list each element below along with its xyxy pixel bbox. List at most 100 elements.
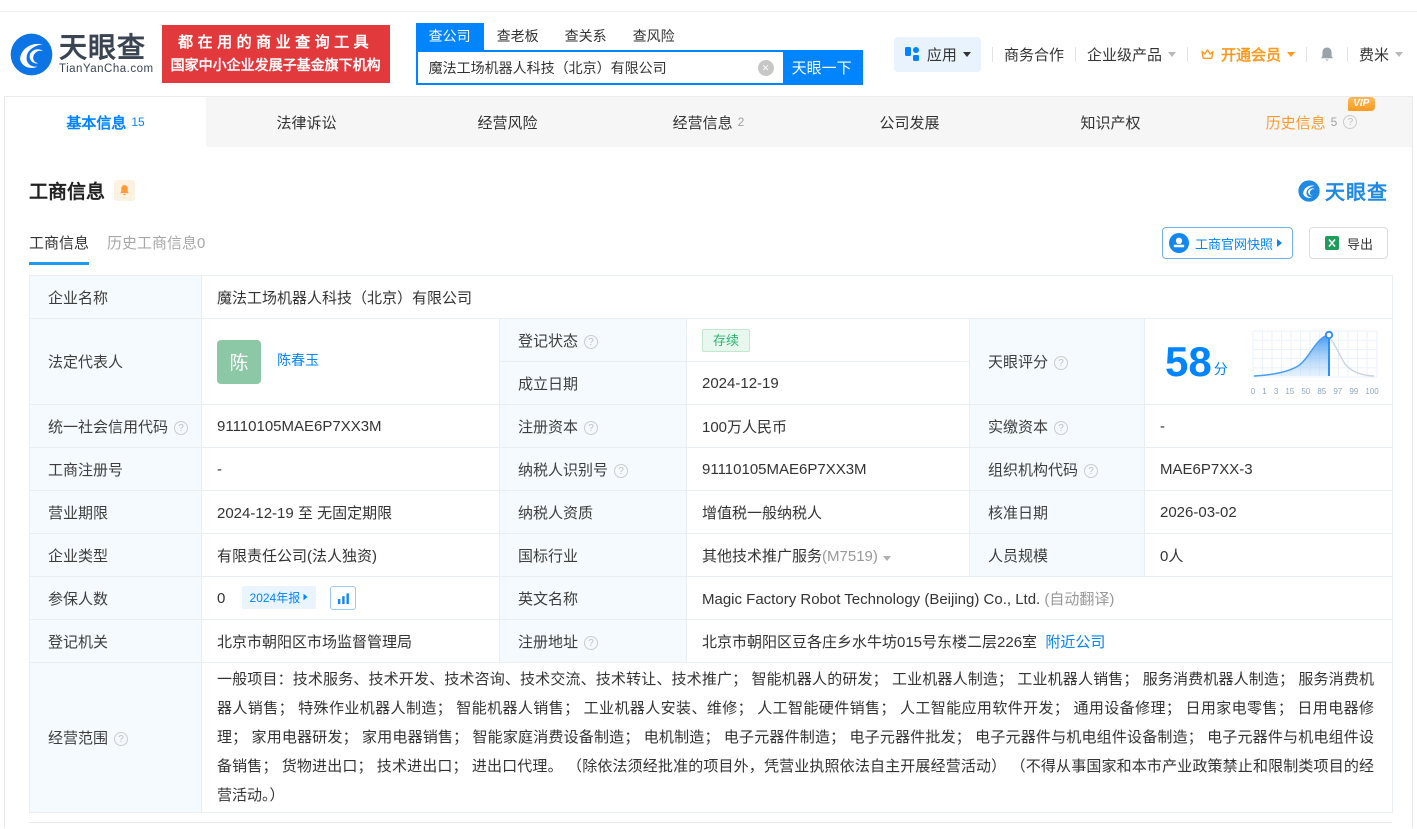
reg-capital-value: 100万人民币 [686,404,970,448]
annual-report-badge[interactable]: 2024年报 [241,585,317,609]
section-title: 工商信息 [29,182,106,203]
menu-vip[interactable]: 开通会员 [1199,44,1295,65]
search-area: 查公司 查老板 查关系 查风险 魔法工场机器人科技（北京）有限公司 天眼一下 [415,23,863,85]
divider [991,46,993,62]
subscribe-bell-button[interactable] [114,180,136,201]
help-icon[interactable] [1343,115,1358,129]
score-label: 天眼评分 [969,318,1145,405]
tab-company-development[interactable]: 公司发展 [809,97,1010,147]
tab-business-info[interactable]: 经营信息 2 [608,97,809,147]
english-name-label: 英文名称 [499,576,687,620]
scope-value: 一般项目：技术服务、技术开发、技术咨询、技术交流、技术转让、技术推广； 智能机器… [201,662,1393,813]
tianyancha-logo-icon [10,33,53,75]
vip-badge: VIP [1348,96,1376,111]
credit-code-label: 统一社会信用代码 [29,404,202,448]
company-nav-tabs: 基本信息 15 法律诉讼 经营风险 经营信息 2 公司发展 知识产权 历史信息 5 … [5,96,1412,147]
clear-icon[interactable] [757,59,774,76]
table-row: 企业名称 魔法工场机器人科技（北京）有限公司 [29,275,1393,319]
approve-date-label: 核准日期 [969,490,1145,534]
tianyancha-logo[interactable]: 天眼查 TianYanCha.com [10,31,154,76]
company-name-value: 魔法工场机器人科技（北京）有限公司 [201,275,1393,319]
search-input[interactable]: 魔法工场机器人科技（北京）有限公司 [418,52,783,83]
menu-user[interactable]: 费米 [1359,44,1403,65]
tianyancha-watermark: 天眼查 [1298,176,1388,205]
apps-grid-icon [904,47,919,61]
reg-status-value: 存续 [686,318,970,362]
divider [1074,46,1076,62]
enterprise-label: 企业级产品 [1086,46,1162,64]
help-icon[interactable] [114,732,129,746]
tab-count: 2 [737,115,745,129]
tab-legal-proceedings[interactable]: 法律诉讼 [206,97,407,147]
subtab-business-info[interactable]: 工商信息 [29,232,90,265]
apps-label: 应用 [926,46,957,64]
export-button[interactable]: 导出 [1308,227,1388,259]
tab-label: 法律诉讼 [276,114,337,132]
tab-history-info[interactable]: 历史信息 5 VIP [1211,96,1412,147]
chevron-down-icon [1395,51,1403,57]
staff-value: 0人 [1144,533,1393,577]
avatar[interactable]: 陈 [217,339,261,384]
subtab-history-business-info[interactable]: 历史工商信息0 [107,232,205,265]
menu-enterprise-product[interactable]: 企业级产品 [1087,44,1176,65]
help-icon[interactable] [174,420,189,435]
table-row: 法定代表人 陈 陈春玉 登记状态 存续 天眼评分 58分 [29,318,1393,405]
report-chart-button[interactable] [330,586,357,611]
search-tab-risk[interactable]: 查风险 [620,23,688,50]
search-button[interactable]: 天眼一下 [782,52,861,83]
chevron-down-icon [1286,51,1295,57]
brand-name: 天眼查 [59,31,147,63]
help-icon[interactable] [584,420,599,435]
table-row: 登记机关 北京市朝阳区市场监督管理局 注册地址 北京市朝阳区豆各庄乡水牛坊015… [29,619,1393,663]
taxpayer-quality-value: 增值税一般纳税人 [686,490,970,534]
stamp-icon [1168,233,1189,253]
header-menu: 应用 商务合作 企业级产品 开通会员 费米 [893,36,1403,72]
search-tab-boss[interactable]: 查老板 [484,23,552,50]
tab-business-risk[interactable]: 经营风险 [407,97,608,147]
staff-label: 人员规模 [969,533,1145,577]
company-name-label: 企业名称 [29,275,202,319]
tab-basic-info[interactable]: 基本信息 15 [5,97,206,147]
chevron-down-icon[interactable] [882,555,891,561]
tab-label: 经营信息 [672,114,733,132]
address-label: 注册地址 [499,619,687,663]
help-icon[interactable] [614,463,629,478]
main-panel: 工商信息 天眼查 工商信息 历史工商信息0 工商官网快照 导出 企业名称 魔法工… [5,147,1412,823]
menu-business-cooperation[interactable]: 商务合作 [1004,44,1064,65]
table-row: 工商注册号 - 纳税人识别号 91110105MAE6P7XX3M 组织机构代码… [29,447,1393,491]
authority-value: 北京市朝阳区市场监督管理局 [201,619,500,663]
table-row: 统一社会信用代码 91110105MAE6P7XX3M 注册资本 100万人民币… [29,404,1393,448]
help-icon[interactable] [584,635,599,650]
official-snapshot-button[interactable]: 工商官网快照 [1161,227,1293,259]
paid-capital-value: - [1144,404,1393,448]
search-tabs: 查公司 查老板 查关系 查风险 [415,23,863,50]
banner-line2: 国家中小企业发展子基金旗下机构 [170,57,381,73]
reg-number-label: 工商注册号 [29,447,202,491]
content-frame: 基本信息 15 法律诉讼 经营风险 经营信息 2 公司发展 知识产权 历史信息 5 … [4,96,1413,828]
apps-menu[interactable]: 应用 [893,36,981,72]
org-code-value: MAE6P7XX-3 [1144,447,1393,491]
bell-icon [120,185,129,196]
help-icon[interactable] [1054,356,1069,370]
nearby-companies-link[interactable]: 附近公司 [1045,634,1105,651]
taxpayer-id-label: 纳税人识别号 [499,447,687,491]
table-row: 企业类型 有限责任公司(法人独资) 国标行业 其他技术推广服务(M7519) 人… [29,533,1393,577]
term-label: 营业期限 [29,490,202,534]
search-tab-company[interactable]: 查公司 [415,23,484,50]
site-header: 天眼查 TianYanCha.com 都在用的商业查询工具 国家中小企业发展子基… [0,12,1417,96]
tab-count: 5 [1330,115,1338,129]
legal-rep-link[interactable]: 陈春玉 [277,352,319,368]
company-type-value: 有限责任公司(法人独资) [201,533,500,577]
bar-chart-icon [337,593,349,604]
divider [1186,46,1188,62]
help-icon[interactable] [1084,463,1099,478]
reg-capital-label: 注册资本 [499,404,687,448]
help-icon[interactable] [584,334,599,349]
search-tab-relation[interactable]: 查关系 [552,23,620,50]
address-value: 北京市朝阳区豆各庄乡水牛坊015号东楼二层226室 附近公司 [686,619,1393,663]
next-section-top-border [29,822,1392,823]
tab-intellectual-property[interactable]: 知识产权 [1010,97,1211,147]
est-date-label: 成立日期 [499,361,687,405]
help-icon[interactable] [1054,420,1069,435]
notification-bell-icon[interactable] [1318,45,1336,64]
